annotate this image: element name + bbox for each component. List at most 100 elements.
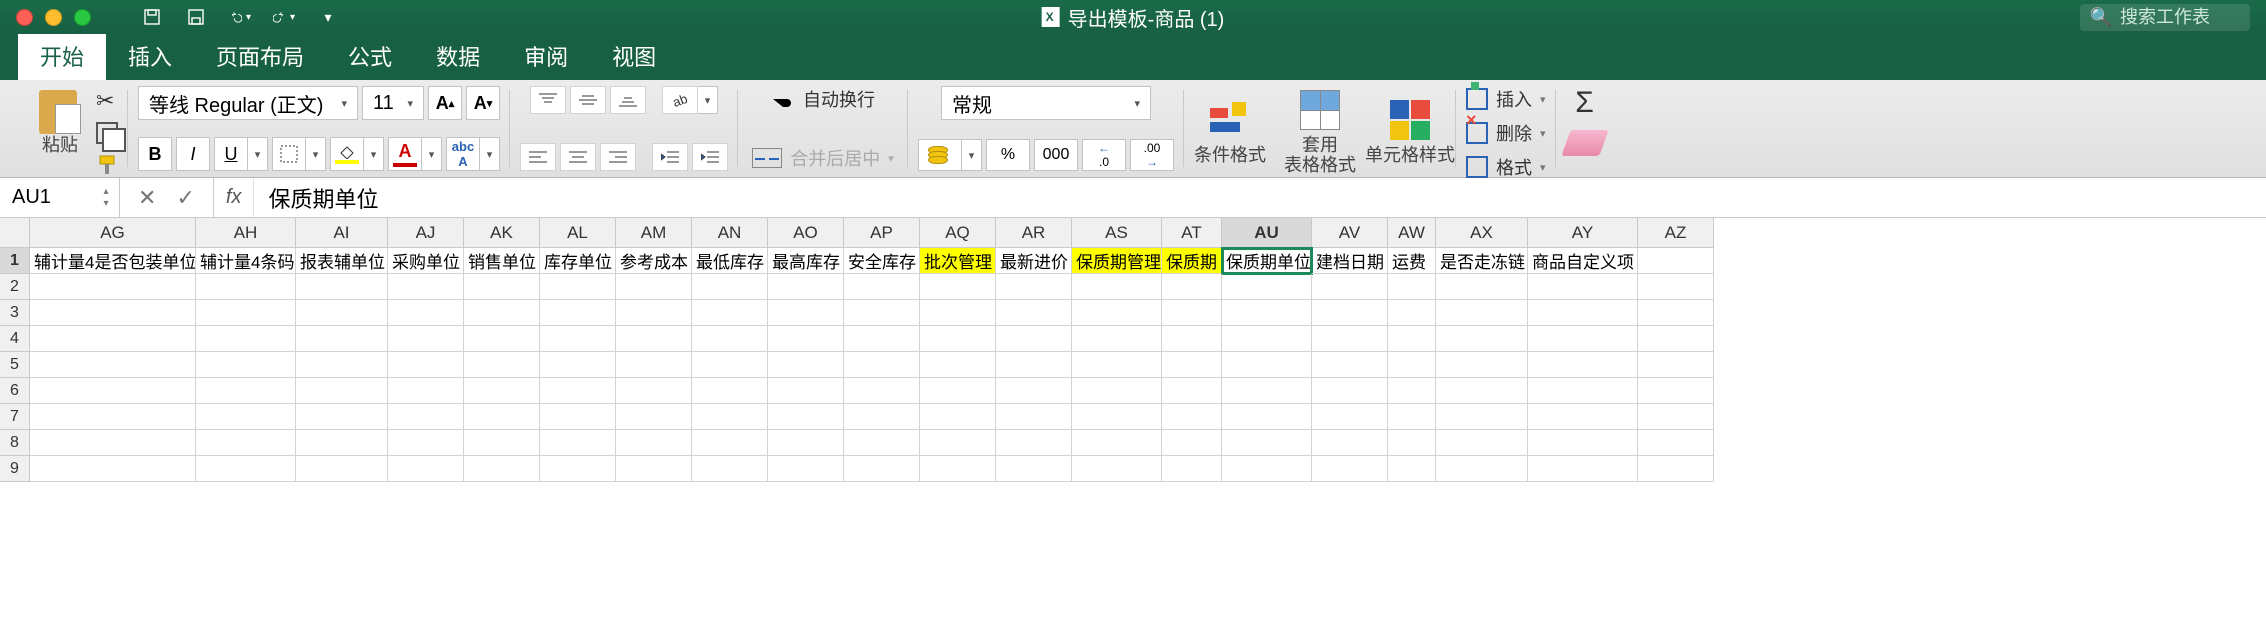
save-button[interactable] bbox=[185, 6, 207, 28]
cell-AV6[interactable] bbox=[1312, 378, 1388, 404]
cell-AY6[interactable] bbox=[1528, 378, 1638, 404]
cell-AG2[interactable] bbox=[30, 274, 196, 300]
cell-AJ5[interactable] bbox=[388, 352, 464, 378]
cell-AG1[interactable]: 辅计量4是否包装单位 bbox=[30, 248, 196, 274]
cell-AX8[interactable] bbox=[1436, 430, 1528, 456]
bold-button[interactable]: B bbox=[138, 137, 172, 171]
cell-AU4[interactable] bbox=[1222, 326, 1312, 352]
cell-AI7[interactable] bbox=[296, 404, 388, 430]
cell-AO3[interactable] bbox=[768, 300, 844, 326]
orientation-dropdown[interactable]: ▾ bbox=[698, 86, 718, 114]
copy-button[interactable] bbox=[96, 122, 118, 144]
cell-AO6[interactable] bbox=[768, 378, 844, 404]
select-all-corner[interactable] bbox=[0, 218, 30, 248]
accounting-format-button[interactable] bbox=[918, 139, 962, 171]
cell-AT8[interactable] bbox=[1162, 430, 1222, 456]
autosum-button[interactable]: Σ bbox=[1575, 86, 1594, 120]
cancel-formula-button[interactable]: ✕ bbox=[138, 185, 156, 211]
cell-AN4[interactable] bbox=[692, 326, 768, 352]
cell-AU5[interactable] bbox=[1222, 352, 1312, 378]
column-header-AI[interactable]: AI bbox=[296, 218, 388, 248]
maximize-window-button[interactable] bbox=[74, 9, 91, 26]
cell-AN8[interactable] bbox=[692, 430, 768, 456]
cell-AM7[interactable] bbox=[616, 404, 692, 430]
cell-AM4[interactable] bbox=[616, 326, 692, 352]
cell-AP7[interactable] bbox=[844, 404, 920, 430]
cell-AK8[interactable] bbox=[464, 430, 540, 456]
cell-AQ7[interactable] bbox=[920, 404, 996, 430]
cell-AH7[interactable] bbox=[196, 404, 296, 430]
cell-AV7[interactable] bbox=[1312, 404, 1388, 430]
cell-AJ9[interactable] bbox=[388, 456, 464, 482]
underline-dropdown[interactable]: ▾ bbox=[248, 137, 268, 171]
minimize-window-button[interactable] bbox=[45, 9, 62, 26]
align-middle-button[interactable] bbox=[570, 86, 606, 114]
cell-AX9[interactable] bbox=[1436, 456, 1528, 482]
cell-AG9[interactable] bbox=[30, 456, 196, 482]
cell-AT4[interactable] bbox=[1162, 326, 1222, 352]
cell-AK6[interactable] bbox=[464, 378, 540, 404]
cell-AW2[interactable] bbox=[1388, 274, 1436, 300]
row-header-6[interactable]: 6 bbox=[0, 378, 30, 404]
column-header-AZ[interactable]: AZ bbox=[1638, 218, 1714, 248]
cell-AR8[interactable] bbox=[996, 430, 1072, 456]
cell-AU3[interactable] bbox=[1222, 300, 1312, 326]
cell-AX7[interactable] bbox=[1436, 404, 1528, 430]
align-right-button[interactable] bbox=[600, 143, 636, 171]
cell-AR2[interactable] bbox=[996, 274, 1072, 300]
cell-AO1[interactable]: 最高库存 bbox=[768, 248, 844, 274]
cell-AK1[interactable]: 销售单位 bbox=[464, 248, 540, 274]
cell-AZ3[interactable] bbox=[1638, 300, 1714, 326]
cell-AJ4[interactable] bbox=[388, 326, 464, 352]
column-header-AS[interactable]: AS bbox=[1072, 218, 1162, 248]
cell-AV9[interactable] bbox=[1312, 456, 1388, 482]
cell-AM6[interactable] bbox=[616, 378, 692, 404]
cell-AS5[interactable] bbox=[1072, 352, 1162, 378]
cell-AU8[interactable] bbox=[1222, 430, 1312, 456]
column-header-AM[interactable]: AM bbox=[616, 218, 692, 248]
cell-AY9[interactable] bbox=[1528, 456, 1638, 482]
fill-color-dropdown[interactable]: ▾ bbox=[364, 137, 384, 171]
cell-AU2[interactable] bbox=[1222, 274, 1312, 300]
cell-AW9[interactable] bbox=[1388, 456, 1436, 482]
align-bottom-button[interactable] bbox=[610, 86, 646, 114]
cell-AZ9[interactable] bbox=[1638, 456, 1714, 482]
percent-button[interactable]: % bbox=[986, 139, 1030, 171]
row-header-1[interactable]: 1 bbox=[0, 248, 30, 274]
format-painter-button[interactable] bbox=[96, 152, 118, 176]
row-header-4[interactable]: 4 bbox=[0, 326, 30, 352]
cell-AM8[interactable] bbox=[616, 430, 692, 456]
cell-AH8[interactable] bbox=[196, 430, 296, 456]
autosave-icon[interactable] bbox=[141, 6, 163, 28]
search-input[interactable] bbox=[2120, 7, 2240, 28]
cell-AS7[interactable] bbox=[1072, 404, 1162, 430]
cell-AM1[interactable]: 参考成本 bbox=[616, 248, 692, 274]
cell-AZ4[interactable] bbox=[1638, 326, 1714, 352]
format-as-table-button[interactable]: 套用 表格格式 bbox=[1284, 86, 1356, 176]
cell-AG4[interactable] bbox=[30, 326, 196, 352]
cell-AP3[interactable] bbox=[844, 300, 920, 326]
tab-view[interactable]: 视图 bbox=[590, 32, 678, 80]
column-header-AG[interactable]: AG bbox=[30, 218, 196, 248]
align-top-button[interactable] bbox=[530, 86, 566, 114]
cell-AN5[interactable] bbox=[692, 352, 768, 378]
cell-AL8[interactable] bbox=[540, 430, 616, 456]
increase-decimal-button[interactable]: ←.0 bbox=[1082, 139, 1126, 171]
comma-style-button[interactable]: 000 bbox=[1034, 139, 1078, 171]
insert-cells-button[interactable]: 插入▾ bbox=[1466, 86, 1546, 112]
column-header-AX[interactable]: AX bbox=[1436, 218, 1528, 248]
cell-styles-button[interactable]: 单元格样式 bbox=[1374, 86, 1446, 176]
cell-AZ7[interactable] bbox=[1638, 404, 1714, 430]
cell-AT9[interactable] bbox=[1162, 456, 1222, 482]
cell-AN6[interactable] bbox=[692, 378, 768, 404]
cell-AO8[interactable] bbox=[768, 430, 844, 456]
cell-AQ4[interactable] bbox=[920, 326, 996, 352]
formula-input[interactable] bbox=[254, 178, 2266, 217]
cell-AR3[interactable] bbox=[996, 300, 1072, 326]
cell-AV8[interactable] bbox=[1312, 430, 1388, 456]
decrease-decimal-button[interactable]: .00→ bbox=[1130, 139, 1174, 171]
cell-AR1[interactable]: 最新进价 bbox=[996, 248, 1072, 274]
cell-AK4[interactable] bbox=[464, 326, 540, 352]
cell-AY4[interactable] bbox=[1528, 326, 1638, 352]
cell-AP2[interactable] bbox=[844, 274, 920, 300]
